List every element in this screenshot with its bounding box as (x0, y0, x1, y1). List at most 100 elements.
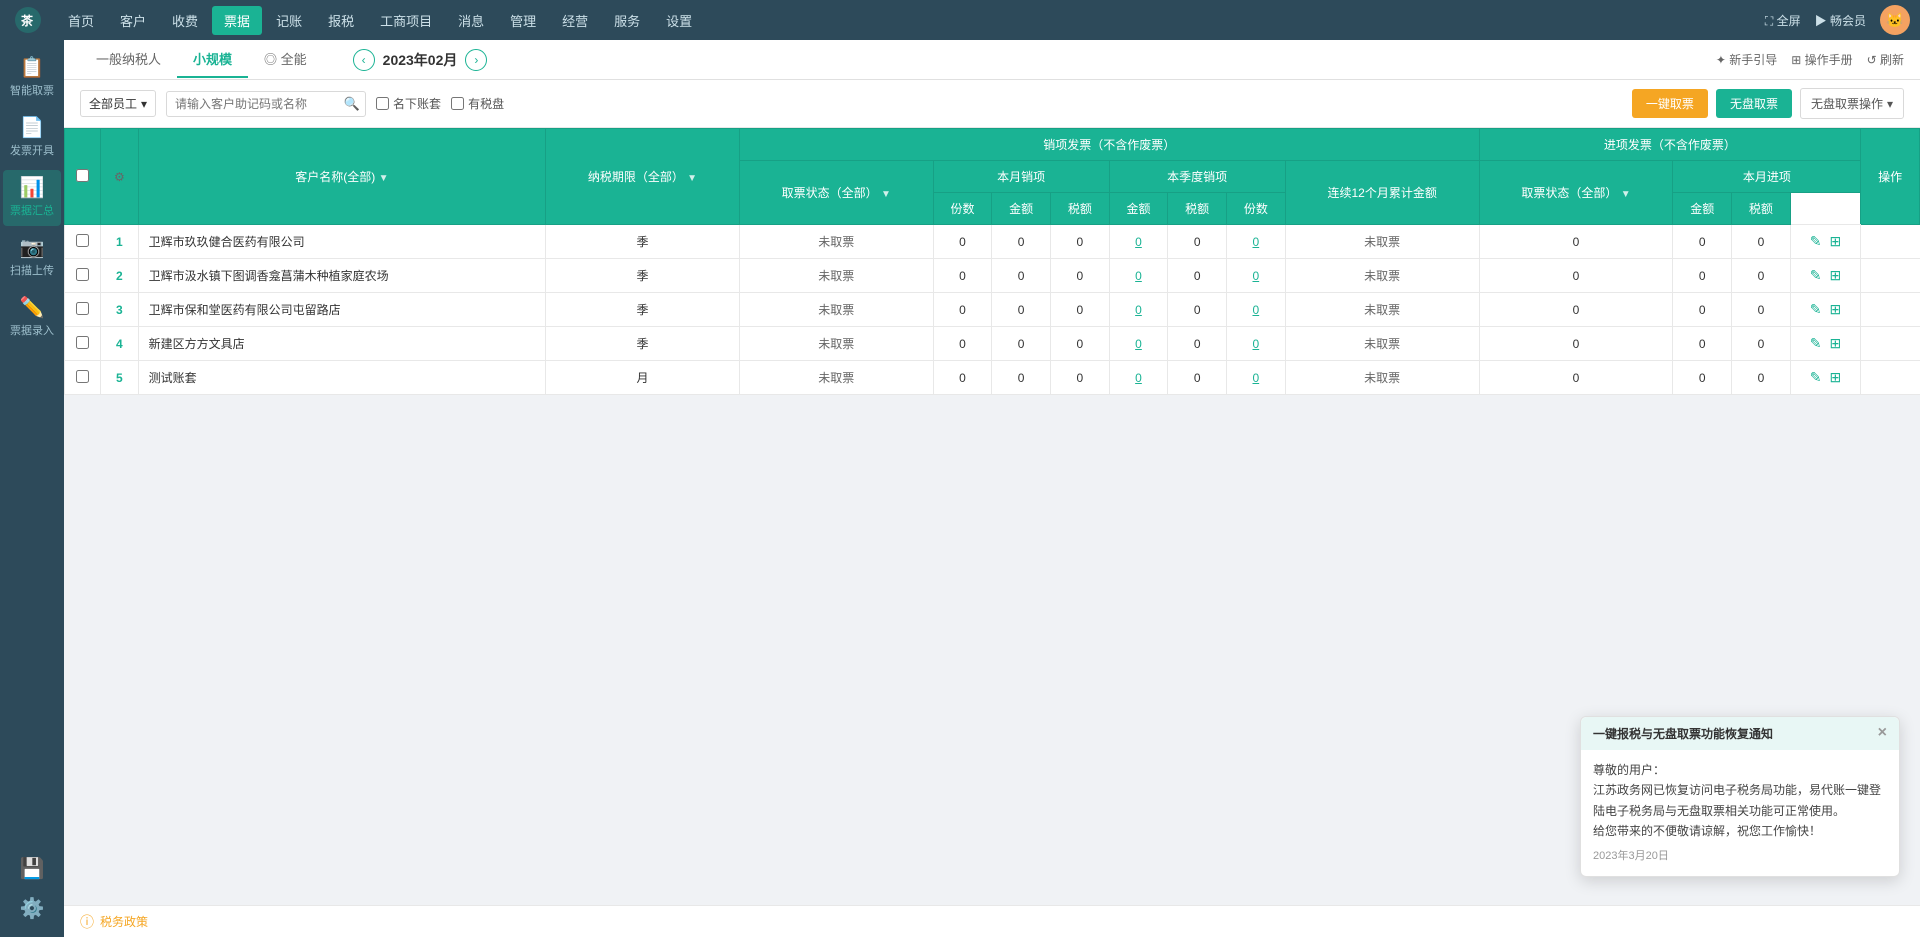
table-row: 4 新建区方方文具店 季 未取票 0 0 0 0 0 0 未取票 0 0 0 ✎… (65, 327, 1920, 361)
row-checkbox-0[interactable] (76, 234, 89, 247)
row-detail-icon[interactable]: ⊞ (1830, 267, 1842, 284)
period-text: 2023年02月 (383, 50, 458, 70)
nav-invoice[interactable]: 票据 (212, 6, 262, 35)
tab-general-taxpayer[interactable]: 一般纳税人 (80, 41, 177, 78)
sidebar-bottom-download[interactable]: 💾 (3, 851, 61, 887)
period-prev-btn[interactable]: ‹ (353, 49, 375, 71)
diskless-operation-btn[interactable]: 无盘取票操作 ▾ (1800, 88, 1904, 119)
select-all-checkbox[interactable] (76, 169, 89, 182)
row-detail-icon[interactable]: ⊞ (1830, 335, 1842, 352)
one-click-ticket-btn[interactable]: 一键取票 (1632, 89, 1708, 118)
sidebar-bottom-settings[interactable]: ⚙️ (3, 891, 61, 927)
row-sales-monthly-amount: 0 (992, 327, 1051, 361)
tax-period-filter-icon[interactable]: ▼ (687, 173, 697, 184)
notification-title: 一键报税与无盘取票功能恢复通知 (1593, 725, 1773, 742)
row-sales-quarterly-tax: 0 (1168, 259, 1227, 293)
table-settings-icon[interactable]: ⚙ (114, 170, 125, 184)
purchase-status-filter-icon[interactable]: ▼ (1621, 189, 1631, 200)
row-sales-monthly-share: 0 (933, 327, 992, 361)
nav-business[interactable]: 工商项目 (368, 6, 444, 35)
notification-close-btn[interactable]: × (1878, 725, 1887, 741)
th-sales-quarterly-amount: 金额 (1109, 193, 1168, 225)
row-detail-icon[interactable]: ⊞ (1830, 369, 1842, 386)
th-sales-monthly-share: 份数 (933, 193, 992, 225)
refresh-btn[interactable]: ↺ 刷新 (1867, 51, 1904, 68)
row-customer-name: 卫辉市保和堂医药有限公司屯留路店 (138, 293, 545, 327)
sidebar-item-invoice[interactable]: 📄 发票开具 (3, 110, 61, 166)
row-period: 季 (546, 293, 740, 327)
tax-policy-link[interactable]: 税务政策 (100, 913, 148, 930)
row-purchase-monthly-amount: 0 (1673, 225, 1732, 259)
row-sales-monthly-share: 0 (933, 361, 992, 395)
row-customer-name: 卫辉市玖玖健合医药有限公司 (138, 225, 545, 259)
employee-filter[interactable]: 全部员工 ▾ (80, 90, 156, 117)
avatar[interactable]: 🐱 (1880, 5, 1910, 35)
row-checkbox-cell (65, 293, 101, 327)
nav-service[interactable]: 服务 (602, 6, 652, 35)
row-edit-icon[interactable]: ✎ (1810, 301, 1822, 318)
nav-manage[interactable]: 管理 (498, 6, 548, 35)
diskless-ticket-btn[interactable]: 无盘取票 (1716, 89, 1792, 118)
tab-all[interactable]: ◎ 全能 (248, 41, 323, 78)
th-sales-status: 取票状态（全部） ▼ (739, 161, 933, 225)
employee-filter-label: 全部员工 (89, 95, 137, 112)
row-checkbox-3[interactable] (76, 336, 89, 349)
row-sales-cumulative: 0 (1227, 361, 1286, 395)
row-purchase-monthly-amount: 0 (1673, 327, 1732, 361)
sidebar-item-summary[interactable]: 📊 票据汇总 (3, 170, 61, 226)
customer-filter-icon[interactable]: ▼ (379, 173, 389, 184)
row-customer-name: 新建区方方文具店 (138, 327, 545, 361)
fullscreen-btn[interactable]: ⛶ 全屏 (1765, 12, 1801, 29)
period-next-btn[interactable]: › (465, 49, 487, 71)
row-detail-icon[interactable]: ⊞ (1830, 233, 1842, 250)
member-btn[interactable]: ▶ 畅会员 (1815, 12, 1866, 29)
sidebar-item-smart-ticket[interactable]: 📋 智能取票 (3, 50, 61, 106)
nav-settings[interactable]: 设置 (654, 6, 704, 35)
row-purchase-monthly-tax: 0 (1732, 327, 1791, 361)
row-actions: ✎ ⊞ (1790, 327, 1860, 361)
sub-tabs: 一般纳税人 小规模 ◎ 全能 ‹ 2023年02月 › ✦ 新手引导 ⊞ 操作手… (64, 40, 1920, 80)
nav-billing[interactable]: 收费 (160, 6, 210, 35)
th-purchase-monthly-share: 份数 (1227, 193, 1286, 225)
row-edit-icon[interactable]: ✎ (1810, 233, 1822, 250)
row-purchase-monthly-tax: 0 (1732, 225, 1791, 259)
has-tax-disk-checkbox-label[interactable]: 有税盘 (451, 95, 504, 112)
sub-accounts-checkbox[interactable] (376, 97, 389, 110)
row-checkbox-2[interactable] (76, 302, 89, 315)
sidebar-item-entry-label: 票据录入 (10, 322, 54, 338)
nav-tax[interactable]: 报税 (316, 6, 366, 35)
newbie-guide-btn[interactable]: ✦ 新手引导 (1716, 51, 1777, 68)
row-sales-status: 未取票 (739, 225, 933, 259)
row-sales-status: 未取票 (739, 259, 933, 293)
row-sales-cumulative: 0 (1227, 293, 1286, 327)
row-detail-icon[interactable]: ⊞ (1830, 301, 1842, 318)
tab-small-scale[interactable]: 小规模 (177, 41, 248, 78)
row-checkbox-1[interactable] (76, 268, 89, 281)
row-edit-icon[interactable]: ✎ (1810, 267, 1822, 284)
search-input[interactable] (166, 91, 366, 117)
nav-operation[interactable]: 经营 (550, 6, 600, 35)
search-button[interactable]: 🔍 (344, 96, 360, 112)
sidebar-item-entry[interactable]: ✏️ 票据录入 (3, 290, 61, 346)
scan-icon: 📷 (20, 238, 45, 258)
period-nav: ‹ 2023年02月 › (353, 49, 488, 71)
sub-accounts-checkbox-label[interactable]: 名下账套 (376, 95, 441, 112)
nav-home[interactable]: 首页 (56, 6, 106, 35)
table-row: 1 卫辉市玖玖健合医药有限公司 季 未取票 0 0 0 0 0 0 未取票 0 … (65, 225, 1920, 259)
sales-status-filter-icon[interactable]: ▼ (881, 189, 891, 200)
sidebar-item-scan[interactable]: 📷 扫描上传 (3, 230, 61, 286)
row-purchase-monthly-share: 0 (1479, 259, 1673, 293)
nav-message[interactable]: 消息 (446, 6, 496, 35)
has-tax-disk-checkbox[interactable] (451, 97, 464, 110)
row-sales-monthly-tax: 0 (1050, 327, 1109, 361)
nav-customer[interactable]: 客户 (108, 6, 158, 35)
row-edit-icon[interactable]: ✎ (1810, 369, 1822, 386)
row-edit-icon[interactable]: ✎ (1810, 335, 1822, 352)
row-sales-monthly-amount: 0 (992, 259, 1051, 293)
manual-btn[interactable]: ⊞ 操作手册 (1791, 51, 1852, 68)
sidebar-bottom: 💾 ⚙️ (3, 851, 61, 937)
row-checkbox-4[interactable] (76, 370, 89, 383)
nav-bookkeeping[interactable]: 记账 (264, 6, 314, 35)
notification-header: 一键报税与无盘取票功能恢复通知 × (1581, 717, 1899, 750)
tab-right-actions: ✦ 新手引导 ⊞ 操作手册 ↺ 刷新 (1716, 51, 1904, 68)
